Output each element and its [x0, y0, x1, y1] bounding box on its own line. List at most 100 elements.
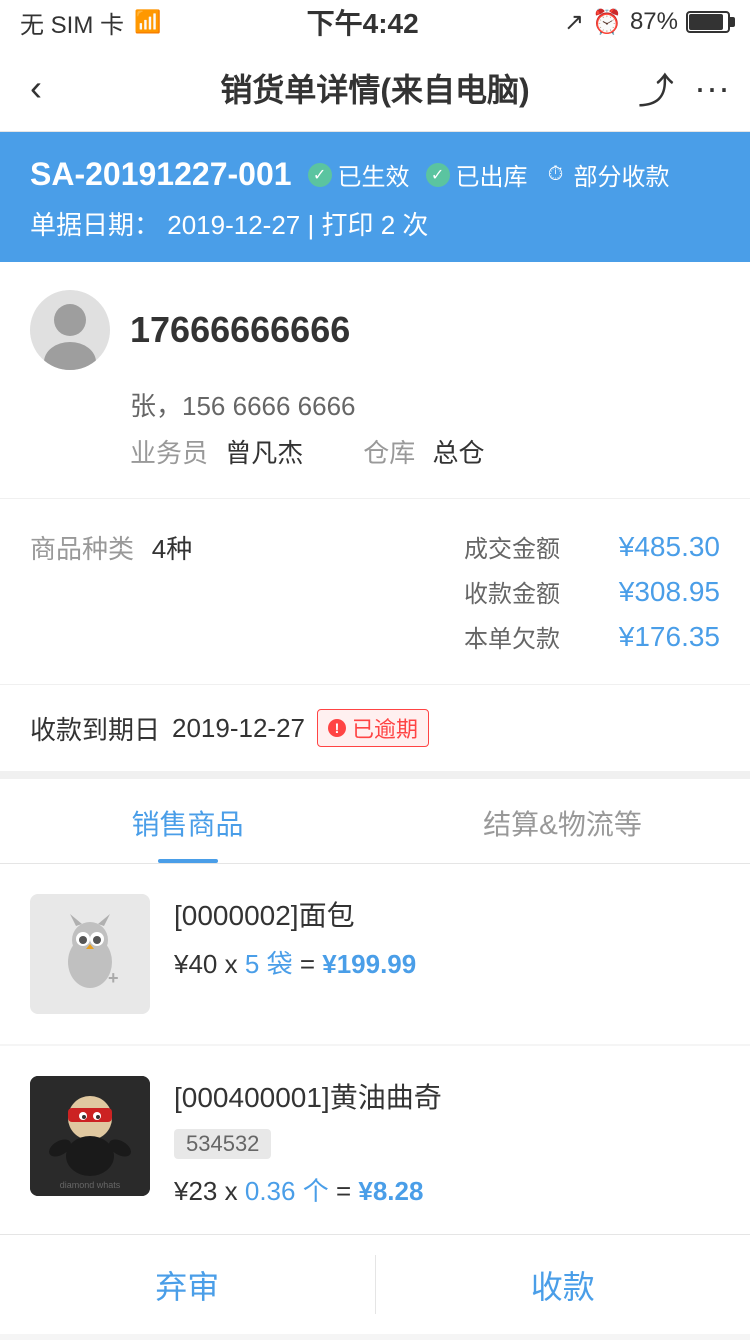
- warehouse-info: 仓库 总仓: [363, 433, 484, 470]
- product-name-1: [0000002]面包: [174, 894, 720, 934]
- product-qty-2: 0.36: [245, 1176, 296, 1206]
- print-label: 打印: [321, 210, 373, 240]
- customer-section: 17666666666 张，156 6666 6666 业务员 曾凡杰 仓库 总…: [0, 262, 750, 499]
- customer-meta: 业务员 曾凡杰 仓库 总仓: [30, 433, 720, 470]
- print-unit: 次: [402, 210, 428, 240]
- wifi-icon: 📶: [134, 9, 161, 35]
- avatar-icon: [30, 290, 110, 370]
- product-unit-1: 袋: [267, 949, 293, 979]
- product-total-2: ¥8.28: [358, 1176, 423, 1206]
- product-price-val-2: ¥23: [174, 1176, 217, 1206]
- due-date-label: 收款到期日: [30, 710, 160, 747]
- product-item-2: diamond whats [000400001]黄油曲奇 534532 ¥23…: [0, 1046, 750, 1238]
- warehouse-value: 总仓: [433, 438, 485, 468]
- tab-sales-label: 销售商品: [131, 809, 243, 840]
- tab-sales-products[interactable]: 销售商品: [0, 779, 375, 863]
- status-shipped-label: 已出库: [456, 157, 528, 192]
- page-title: 销货单详情(来自电脑): [220, 65, 529, 111]
- product-type-value: 4种: [152, 534, 192, 564]
- due-date-value: 2019-12-27: [172, 713, 305, 744]
- product-total-1: ¥199.99: [322, 949, 416, 979]
- product-type-row: 商品种类 4种: [30, 529, 192, 566]
- payment-button[interactable]: 收款: [376, 1235, 750, 1334]
- more-icon[interactable]: ···: [694, 67, 730, 109]
- status-partial-label: 部分收款: [574, 157, 670, 192]
- cancel-review-button[interactable]: 弃审: [0, 1235, 375, 1334]
- share-icon[interactable]: ⤴: [638, 62, 674, 114]
- sales-label: 业务员: [130, 438, 208, 468]
- due-date-section: 收款到期日 2019-12-27 ! 已逾期: [0, 685, 750, 779]
- overdue-badge: ! 已逾期: [317, 709, 429, 747]
- order-id: SA-20191227-001: [30, 156, 292, 193]
- product-info-2: [000400001]黄油曲奇 534532 ¥23 x 0.36 个 = ¥8…: [174, 1076, 720, 1208]
- header-date-row: 单据日期： 2019-12-27 | 打印 2 次: [30, 205, 720, 242]
- status-left: 无 SIM 卡 📶: [20, 5, 161, 40]
- customer-name-phone: 张，156 6666 6666: [30, 386, 720, 423]
- tab-settlement[interactable]: 结算&物流等: [375, 779, 750, 863]
- svg-text:+: +: [108, 968, 119, 988]
- location-icon: ↗: [564, 8, 584, 37]
- stats-right: 成交金额 ¥485.30 收款金额 ¥308.95 本单欠款 ¥176.35: [464, 529, 720, 654]
- battery-icon: [686, 11, 730, 33]
- received-amount-value: ¥308.95: [580, 576, 720, 608]
- status-partial: ⏱ 部分收款: [544, 157, 670, 192]
- product-image-1: +: [40, 904, 140, 1004]
- clock-icon: ⏱: [544, 163, 568, 187]
- product-multiply-2: x: [225, 1176, 245, 1206]
- avatar: [30, 290, 110, 370]
- status-bar: 无 SIM 卡 📶 下午4:42 ↗ ⏰ 87%: [0, 0, 750, 44]
- status-effective-label: 已生效: [338, 157, 410, 192]
- check-icon-2: ✓: [426, 163, 450, 187]
- overdue-text: 已逾期: [352, 712, 418, 744]
- product-item-1: + [0000002]面包 ¥40 x 5 袋 = ¥199.99: [0, 864, 750, 1044]
- product-qty-1: 5: [245, 949, 259, 979]
- status-shipped: ✓ 已出库: [426, 157, 528, 192]
- product-multiply-1: x: [225, 949, 245, 979]
- back-button[interactable]: ‹: [20, 57, 52, 119]
- nav-bar: ‹ 销货单详情(来自电脑) ⤴ ···: [0, 44, 750, 132]
- product-info-1: [0000002]面包 ¥40 x 5 袋 = ¥199.99: [174, 894, 720, 981]
- tab-settlement-label: 结算&物流等: [483, 809, 642, 840]
- alarm-icon: ⏰: [592, 8, 622, 37]
- order-status-row: SA-20191227-001 ✓ 已生效 ✓ 已出库 ⏱ 部分收款: [30, 156, 720, 193]
- carrier-label: 无 SIM 卡: [20, 5, 124, 40]
- tabs-section: 销售商品 结算&物流等: [0, 779, 750, 864]
- product-price-1: ¥40 x 5 袋 = ¥199.99: [174, 944, 720, 981]
- customer-phone: 17666666666: [130, 309, 350, 351]
- sales-value: 曾凡杰: [225, 438, 303, 468]
- stats-row: 商品种类 4种 成交金额 ¥485.30 收款金额 ¥308.95 本单欠款 ¥…: [30, 529, 720, 654]
- order-header: SA-20191227-001 ✓ 已生效 ✓ 已出库 ⏱ 部分收款 单据日期：…: [0, 132, 750, 262]
- product-thumb-1: +: [30, 894, 150, 1014]
- date-value: 2019-12-27: [167, 210, 300, 240]
- battery-label: 87%: [630, 8, 678, 36]
- product-sku-2: 534532: [174, 1129, 271, 1159]
- nav-actions: ⤴ ···: [638, 62, 730, 114]
- owed-amount-value: ¥176.35: [580, 621, 720, 653]
- product-equals-1: =: [300, 949, 322, 979]
- check-icon-1: ✓: [308, 163, 332, 187]
- product-unit-2: 个: [303, 1176, 329, 1206]
- received-amount-row: 收款金额 ¥308.95: [464, 574, 720, 609]
- owed-amount-label: 本单欠款: [464, 619, 560, 654]
- product-type-label: 商品种类: [30, 534, 134, 564]
- stats-left: 商品种类 4种: [30, 529, 192, 566]
- status-effective: ✓ 已生效: [308, 157, 410, 192]
- customer-row: 17666666666: [30, 290, 720, 370]
- owed-amount-row: 本单欠款 ¥176.35: [464, 619, 720, 654]
- date-label: 单据日期：: [30, 210, 160, 240]
- status-time: 下午4:42: [307, 2, 419, 42]
- warehouse-label: 仓库: [363, 438, 415, 468]
- deal-amount-value: ¥485.30: [580, 531, 720, 563]
- deal-amount-row: 成交金额 ¥485.30: [464, 529, 720, 564]
- product-price-2: ¥23 x 0.36 个 = ¥8.28: [174, 1171, 720, 1208]
- print-count: 2: [381, 210, 395, 240]
- sales-info: 业务员 曾凡杰: [130, 433, 303, 470]
- separator: |: [307, 210, 321, 240]
- overdue-dot-icon: !: [328, 719, 346, 737]
- product-thumb-2: diamond whats: [30, 1076, 150, 1196]
- product-equals-2: =: [336, 1176, 358, 1206]
- svg-text:diamond whats: diamond whats: [60, 1180, 121, 1190]
- bottom-bar: 弃审 收款: [0, 1234, 750, 1334]
- product-price-val-1: ¥40: [174, 949, 217, 979]
- product-image-2: diamond whats: [30, 1076, 150, 1196]
